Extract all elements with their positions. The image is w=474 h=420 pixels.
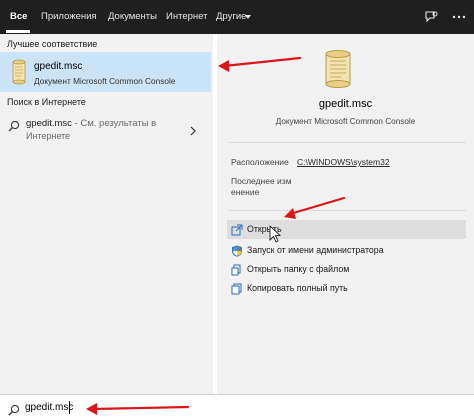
web-search-result[interactable]: gpedit.msc - См. результаты в Интернете bbox=[0, 112, 211, 144]
web-result-hint: - См. результаты в bbox=[71, 118, 157, 129]
tab-more[interactable]: Другие bbox=[216, 0, 246, 34]
search-icon bbox=[8, 403, 20, 420]
best-match-subtitle: Документ Microsoft Common Console bbox=[34, 76, 176, 86]
feedback-icon[interactable] bbox=[423, 9, 439, 25]
chevron-down-icon[interactable] bbox=[245, 15, 251, 19]
search-input[interactable]: gpedit.msc bbox=[25, 402, 73, 413]
tab-documents[interactable]: Документы bbox=[108, 0, 157, 34]
action-copy-path-label: Копировать полный путь bbox=[247, 283, 348, 293]
action-open[interactable]: Открыть bbox=[227, 220, 466, 239]
web-result-hint-line2: Интернете bbox=[26, 131, 71, 141]
divider bbox=[229, 142, 466, 143]
modified-label-line1: Последнее изм bbox=[231, 176, 292, 186]
action-copy-path[interactable]: Копировать полный путь bbox=[227, 279, 466, 298]
search-tabs-bar: Все Приложения Документы Интернет Другие bbox=[0, 0, 474, 34]
text-caret bbox=[69, 401, 70, 414]
location-link[interactable]: C:\WINDOWS\system32 bbox=[297, 157, 390, 167]
action-open-folder-label: Открыть папку с файлом bbox=[247, 264, 350, 274]
modified-label-line2: енение bbox=[231, 187, 260, 197]
active-tab-indicator bbox=[6, 30, 30, 33]
location-label: Расположение bbox=[231, 157, 289, 167]
best-match-heading: Лучшее соответствие bbox=[7, 39, 98, 49]
msc-document-icon bbox=[11, 59, 27, 90]
web-result-text: gpedit.msc - См. результаты в bbox=[26, 118, 156, 129]
more-options-icon[interactable] bbox=[451, 9, 467, 25]
tab-internet[interactable]: Интернет bbox=[166, 0, 207, 34]
action-open-label: Открыть bbox=[247, 224, 282, 234]
search-box[interactable]: gpedit.msc bbox=[0, 394, 474, 420]
action-run-as-admin-label: Запуск от имени администратора bbox=[247, 245, 384, 255]
preview-pane: gpedit.msc Документ Microsoft Common Con… bbox=[217, 34, 474, 394]
search-icon bbox=[8, 119, 20, 137]
web-result-query: gpedit.msc bbox=[26, 118, 72, 129]
chevron-right-icon[interactable] bbox=[190, 123, 196, 141]
open-icon bbox=[231, 223, 243, 241]
preview-subtitle: Документ Microsoft Common Console bbox=[275, 117, 416, 126]
web-search-heading: Поиск в Интернете bbox=[7, 97, 86, 107]
best-match-title: gpedit.msc bbox=[34, 61, 83, 72]
best-match-item[interactable]: gpedit.msc Документ Microsoft Common Con… bbox=[0, 52, 211, 92]
msc-document-large-icon bbox=[321, 49, 355, 94]
divider bbox=[229, 210, 466, 211]
results-pane: Лучшее соответствие gpedit.msc Документ … bbox=[0, 34, 213, 394]
preview-title: gpedit.msc bbox=[318, 98, 373, 110]
tab-all[interactable]: Все bbox=[10, 0, 27, 34]
copy-icon bbox=[231, 282, 243, 300]
action-open-folder[interactable]: Открыть папку с файлом bbox=[227, 260, 466, 279]
tab-apps[interactable]: Приложения bbox=[41, 0, 97, 34]
action-run-as-admin[interactable]: Запуск от имени администратора bbox=[227, 241, 466, 260]
